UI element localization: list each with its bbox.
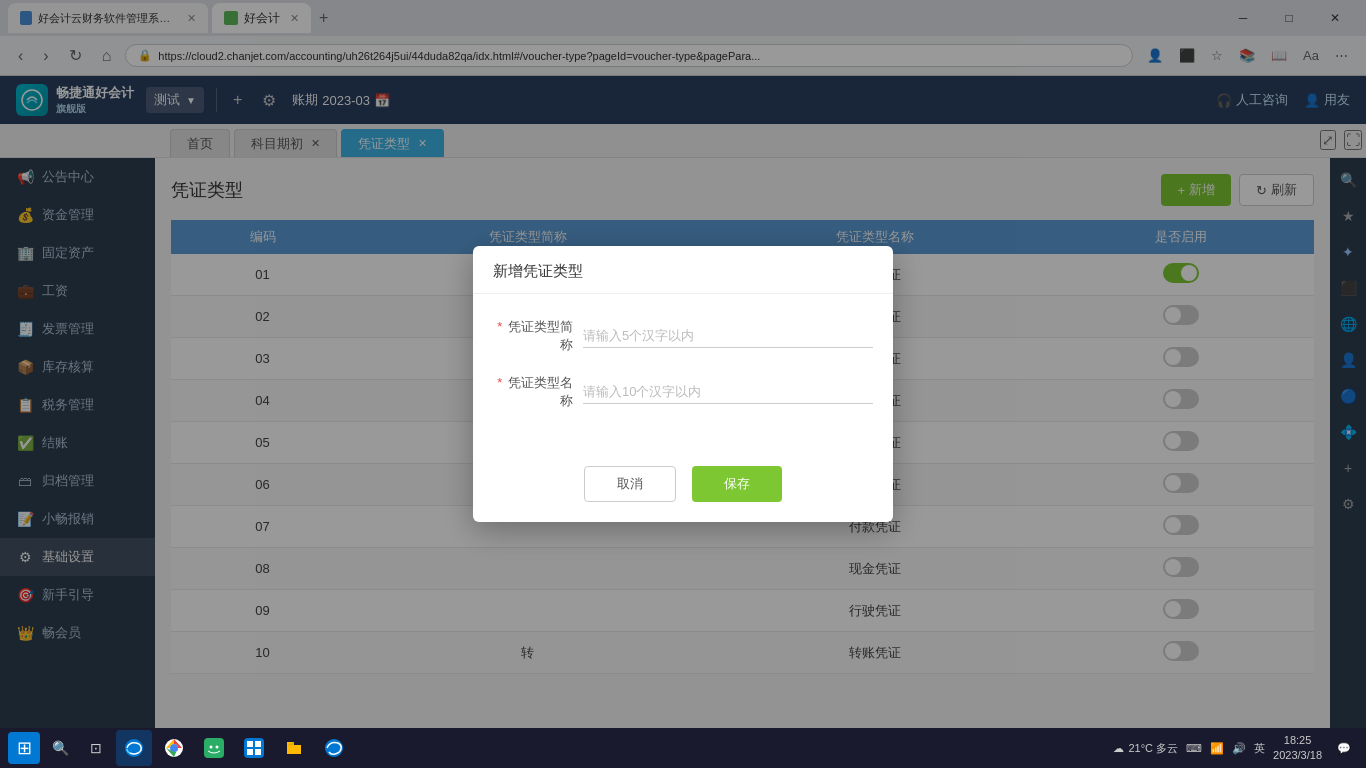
short-input[interactable] — [583, 324, 873, 348]
taskbar-app-store[interactable] — [236, 730, 272, 766]
required-mark-2: * — [497, 375, 502, 390]
modal-body: * 凭证类型简称 * 凭证类型名称 — [473, 294, 893, 454]
modal-title: 新增凭证类型 — [493, 262, 583, 279]
modal-overlay[interactable]: 新增凭证类型 * 凭证类型简称 * 凭证类型名称 取消 保存 — [0, 0, 1366, 768]
svg-rect-11 — [255, 749, 261, 755]
notification-button[interactable]: 💬 — [1330, 734, 1358, 762]
taskbar-time: 18:25 2023/3/18 — [1273, 733, 1322, 764]
form-row-name: * 凭证类型名称 — [493, 374, 873, 410]
wechat-icon — [204, 738, 224, 758]
edge-icon — [124, 738, 144, 758]
weather-text: 21°C 多云 — [1128, 741, 1178, 756]
svg-rect-4 — [204, 738, 224, 758]
taskbar-app-files[interactable] — [276, 730, 312, 766]
keyboard-icon[interactable]: ⌨ — [1186, 742, 1202, 755]
taskbar: ⊞ 🔍 ⊡ — [0, 728, 1366, 768]
name-label-text: 凭证类型名称 — [508, 375, 573, 408]
modal-header: 新增凭证类型 — [473, 246, 893, 294]
save-button[interactable]: 保存 — [692, 466, 782, 502]
time-display: 18:25 — [1273, 733, 1322, 748]
cancel-button[interactable]: 取消 — [584, 466, 676, 502]
taskbar-task-view[interactable]: ⊡ — [80, 732, 112, 764]
name-label: * 凭证类型名称 — [493, 374, 583, 410]
edge-blue-icon — [324, 738, 344, 758]
form-row-short: * 凭证类型简称 — [493, 318, 873, 354]
volume-icon[interactable]: 🔊 — [1232, 742, 1246, 755]
store-icon — [244, 738, 264, 758]
files-icon — [284, 738, 304, 758]
modal-footer: 取消 保存 — [473, 454, 893, 522]
svg-rect-8 — [247, 741, 253, 747]
weather-info: ☁ 21°C 多云 — [1113, 741, 1178, 756]
svg-rect-10 — [247, 749, 253, 755]
svg-point-5 — [210, 746, 213, 749]
taskbar-search-button[interactable]: 🔍 — [44, 732, 76, 764]
taskbar-app-chrome[interactable] — [156, 730, 192, 766]
taskbar-right: ☁ 21°C 多云 ⌨ 📶 🔊 英 18:25 2023/3/18 💬 — [1113, 733, 1358, 764]
required-mark-1: * — [497, 319, 502, 334]
short-label-text: 凭证类型简称 — [508, 319, 573, 352]
name-input[interactable] — [583, 380, 873, 404]
taskbar-app-wechat[interactable] — [196, 730, 232, 766]
svg-point-6 — [216, 746, 219, 749]
network-icon[interactable]: 📶 — [1210, 742, 1224, 755]
date-display: 2023/3/18 — [1273, 748, 1322, 763]
new-voucher-type-modal: 新增凭证类型 * 凭证类型简称 * 凭证类型名称 取消 保存 — [473, 246, 893, 522]
short-label: * 凭证类型简称 — [493, 318, 583, 354]
svg-rect-9 — [255, 741, 261, 747]
start-button[interactable]: ⊞ — [8, 732, 40, 764]
chrome-icon — [164, 738, 184, 758]
lang-indicator: 英 — [1254, 741, 1265, 756]
taskbar-app-edge[interactable] — [116, 730, 152, 766]
taskbar-app-edge-blue[interactable] — [316, 730, 352, 766]
weather-icon: ☁ — [1113, 742, 1124, 755]
